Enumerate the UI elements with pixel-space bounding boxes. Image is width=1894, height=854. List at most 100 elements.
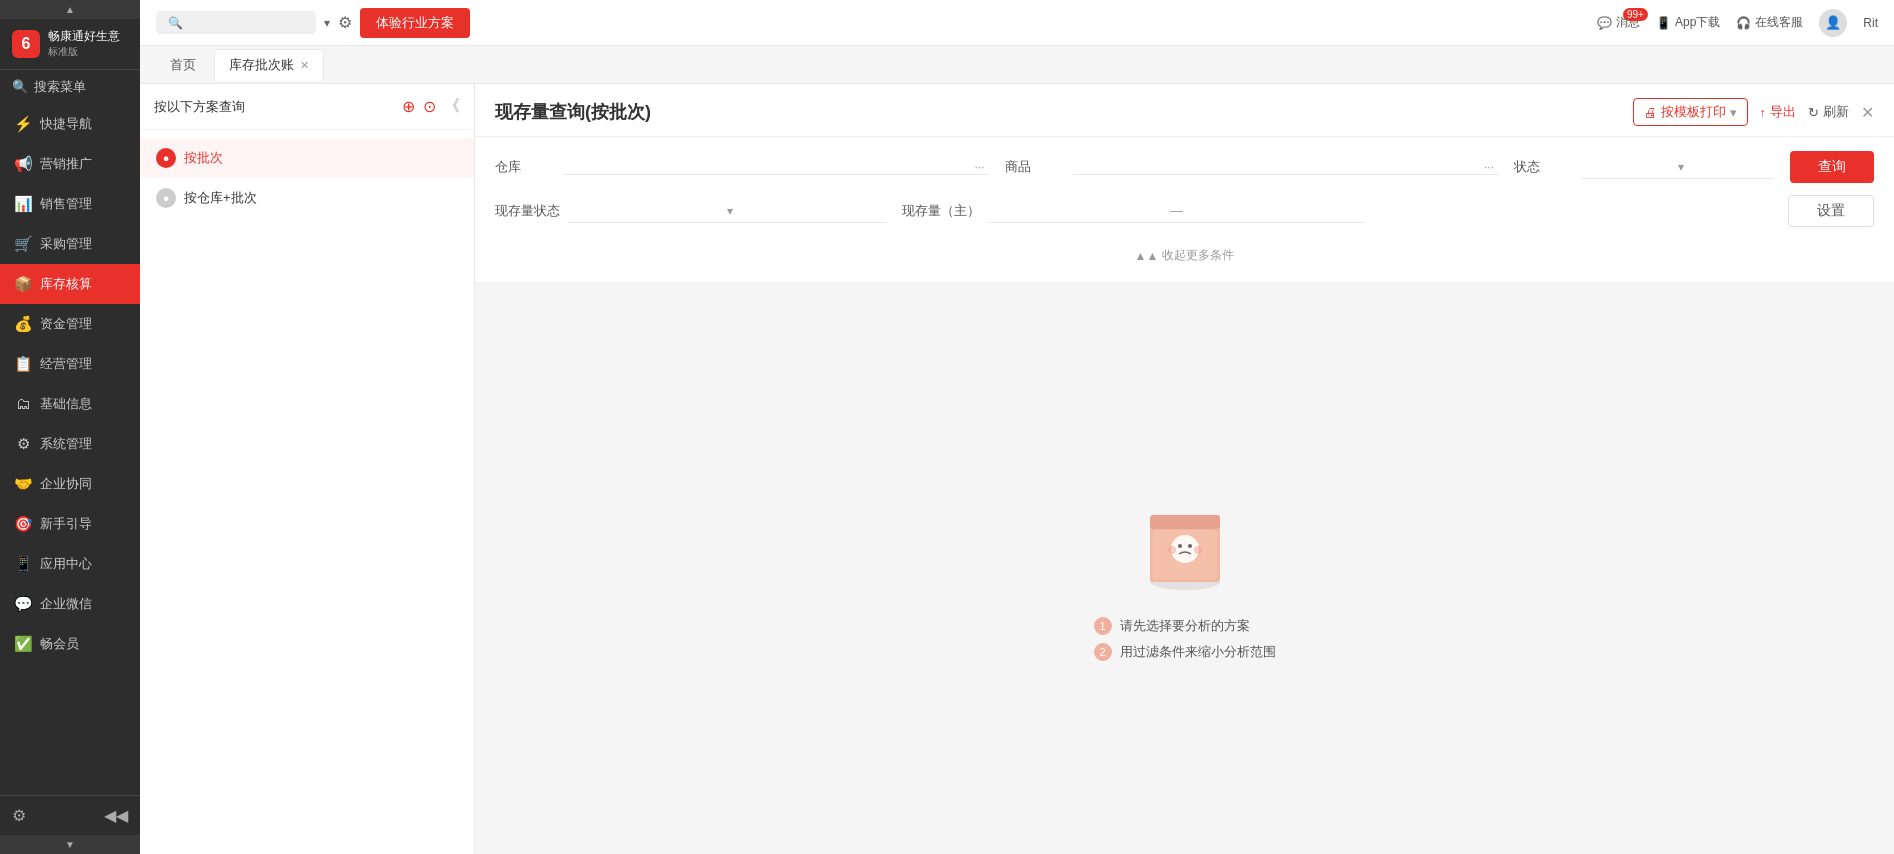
nav-icon-enterprise: 🤝	[14, 475, 32, 493]
sidebar-item-app-center[interactable]: 📱 应用中心	[0, 544, 140, 584]
warehouse-input[interactable]	[563, 159, 970, 174]
app-label: App下载	[1675, 14, 1720, 31]
sidebar-item-finance[interactable]: 💰资金管理	[0, 304, 140, 344]
warehouse-label: 仓库	[495, 158, 555, 176]
topbar-dropdown[interactable]: ▾	[324, 16, 330, 30]
sidebar-item-member[interactable]: ✅畅会员	[0, 624, 140, 664]
page-header: 现存量查询(按批次) 🖨 按模板打印 ▾ ↑ 导出 ↻ 刷新	[475, 84, 1894, 137]
sidebar-header: 6 畅康通好生意 标准版	[0, 19, 140, 70]
page-header-actions: 🖨 按模板打印 ▾ ↑ 导出 ↻ 刷新 ✕	[1633, 98, 1875, 126]
settings-icon[interactable]: ⚙	[12, 806, 26, 825]
sidebar-item-operation[interactable]: 📋 经营管理	[0, 344, 140, 384]
plan-item-by-batch[interactable]: ● 按批次	[140, 138, 474, 178]
inventory-qty-max[interactable]	[1191, 203, 1359, 218]
sidebar-item-system[interactable]: ⚙系统管理	[0, 424, 140, 464]
topbar-right: 💬 消息 99+ 📱 App下载 🎧 在线客服 👤 Rit	[1597, 9, 1878, 37]
plan-item-by-warehouse-batch[interactable]: ● 按仓库+批次	[140, 178, 474, 218]
product-input[interactable]	[1073, 159, 1480, 174]
empty-tips: 1 请先选择要分析的方案 2 用过滤条件来缩小分析范围	[1094, 617, 1276, 661]
nav-icon-app-center: 📱	[14, 555, 32, 573]
sidebar-item-marketing[interactable]: 📢营销推广	[0, 144, 140, 184]
inventory-status-dropdown[interactable]: ▾	[568, 200, 886, 223]
sidebar-scroll-down[interactable]: ▼	[0, 835, 140, 854]
product-label: 商品	[1005, 158, 1065, 176]
svg-point-7	[1168, 546, 1176, 554]
avatar-icon: 👤	[1825, 15, 1841, 30]
product-input-wrapper: ···	[1073, 159, 1499, 175]
close-panel-btn[interactable]: ✕	[1861, 103, 1874, 122]
nav-label-finance: 资金管理	[40, 315, 92, 333]
tip-text-1: 请先选择要分析的方案	[1120, 617, 1250, 635]
refresh-btn[interactable]: ↻ 刷新	[1808, 103, 1849, 121]
tip-num-2: 2	[1094, 643, 1112, 661]
topbar-search-bg	[187, 15, 231, 30]
topbar: 🔍 ▾ ⚙ 体验行业方案 💬 消息 99+ 📱 App下载 🎧 在线客服	[140, 0, 1894, 46]
inventory-qty-label: 现存量（主）	[902, 202, 980, 220]
nav-icon-inventory: 📦	[14, 275, 32, 293]
left-panel: 按以下方案查询 ⊕ ⊙ 《 ● 按批次 ● 按仓库+批次	[140, 84, 475, 854]
inventory-qty-min[interactable]	[994, 203, 1162, 218]
nav-icon-member: ✅	[14, 635, 32, 653]
sidebar-item-newbie[interactable]: 🎯新手引导	[0, 504, 140, 544]
print-icon: 🖨	[1644, 105, 1657, 120]
left-panel-header: 按以下方案查询 ⊕ ⊙ 《	[140, 84, 474, 130]
nav-icon-quick-nav: ⚡	[14, 115, 32, 133]
topbar-username[interactable]: Rit	[1863, 16, 1878, 30]
settings-btn[interactable]: 设置	[1788, 195, 1874, 227]
topbar-service[interactable]: 🎧 在线客服	[1736, 14, 1803, 31]
sidebar-item-quick-nav[interactable]: ⚡快捷导航	[0, 104, 140, 144]
empty-state: 1 请先选择要分析的方案 2 用过滤条件来缩小分析范围	[475, 283, 1894, 854]
nav-icon-operation: 📋	[14, 355, 32, 373]
collapse-btn[interactable]: ▲▲ 收起更多条件	[495, 239, 1874, 268]
topbar-gear-icon[interactable]: ⚙	[338, 13, 352, 32]
company-name: 畅康通好生意	[48, 29, 120, 45]
topbar-msg[interactable]: 💬 消息 99+	[1597, 14, 1640, 31]
collapse-icon[interactable]: ◀◀	[104, 806, 128, 825]
add-plan-icon[interactable]: ⊕	[402, 97, 415, 116]
sidebar-item-wechat[interactable]: 💬企业微信	[0, 584, 140, 624]
experience-btn[interactable]: 体验行业方案	[360, 8, 470, 38]
nav-label-operation: 经营管理	[40, 355, 92, 373]
status-field: 状态 ▾	[1514, 156, 1774, 179]
inventory-status-arrow: ▾	[727, 204, 880, 218]
sidebar: ▲ 6 畅康通好生意 标准版 🔍 搜索菜单 ⚡快捷导航📢营销推广📊销售管理🛒采购…	[0, 0, 140, 854]
service-icon: 🎧	[1736, 16, 1751, 30]
nav-icon-purchase: 🛒	[14, 235, 32, 253]
export-btn[interactable]: ↑ 导出	[1760, 103, 1797, 121]
nav-label-marketing: 营销推广	[40, 155, 92, 173]
status-dropdown[interactable]: ▾	[1582, 156, 1774, 179]
sidebar-scroll-up[interactable]: ▲	[0, 0, 140, 19]
sidebar-item-inventory[interactable]: 📦库存核算	[0, 264, 140, 304]
msg-badge: 99+	[1623, 8, 1648, 21]
print-dropdown-icon[interactable]: ▾	[1730, 105, 1737, 120]
settings-plan-icon[interactable]: ⊙	[423, 97, 436, 116]
sidebar-search[interactable]: 🔍 搜索菜单	[0, 70, 140, 104]
topbar-avatar[interactable]: 👤	[1819, 9, 1847, 37]
sidebar-item-sales[interactable]: 📊销售管理	[0, 184, 140, 224]
tab-home[interactable]: 首页	[156, 50, 210, 80]
product-more-btn[interactable]: ···	[1480, 160, 1498, 174]
query-btn[interactable]: 查询	[1790, 151, 1874, 183]
warehouse-more-btn[interactable]: ···	[970, 160, 988, 174]
sidebar-nav: ⚡快捷导航📢营销推广📊销售管理🛒采购管理📦库存核算💰资金管理 📋 经营管理 🗂基础信息…	[0, 104, 140, 795]
plan-label-by-batch: 按批次	[184, 149, 223, 167]
product-field: 商品 ···	[1005, 158, 1499, 176]
sidebar-item-enterprise[interactable]: 🤝企业协同	[0, 464, 140, 504]
nav-label-app-center: 应用中心	[40, 555, 92, 573]
nav-label-newbie: 新手引导	[40, 515, 92, 533]
export-icon: ↑	[1760, 105, 1767, 120]
main-area: 🔍 ▾ ⚙ 体验行业方案 💬 消息 99+ 📱 App下载 🎧 在线客服	[140, 0, 1894, 854]
tab-close-icon[interactable]: ✕	[300, 60, 309, 71]
sidebar-footer: ⚙ ◀◀	[0, 795, 140, 835]
topbar-app[interactable]: 📱 App下载	[1656, 14, 1720, 31]
collapse-panel-icon[interactable]: 《	[444, 96, 460, 117]
range-dash: —	[1170, 203, 1183, 218]
nav-label-wechat: 企业微信	[40, 595, 92, 613]
tab-inventory-batch[interactable]: 库存批次账 ✕	[214, 49, 324, 81]
sidebar-item-basic[interactable]: 🗂基础信息	[0, 384, 140, 424]
inventory-qty-field: 现存量（主） —	[902, 199, 1365, 223]
print-btn[interactable]: 🖨 按模板打印 ▾	[1633, 98, 1748, 126]
topbar-search-icon: 🔍	[168, 16, 183, 30]
sidebar-item-purchase[interactable]: 🛒采购管理	[0, 224, 140, 264]
nav-label-system: 系统管理	[40, 435, 92, 453]
